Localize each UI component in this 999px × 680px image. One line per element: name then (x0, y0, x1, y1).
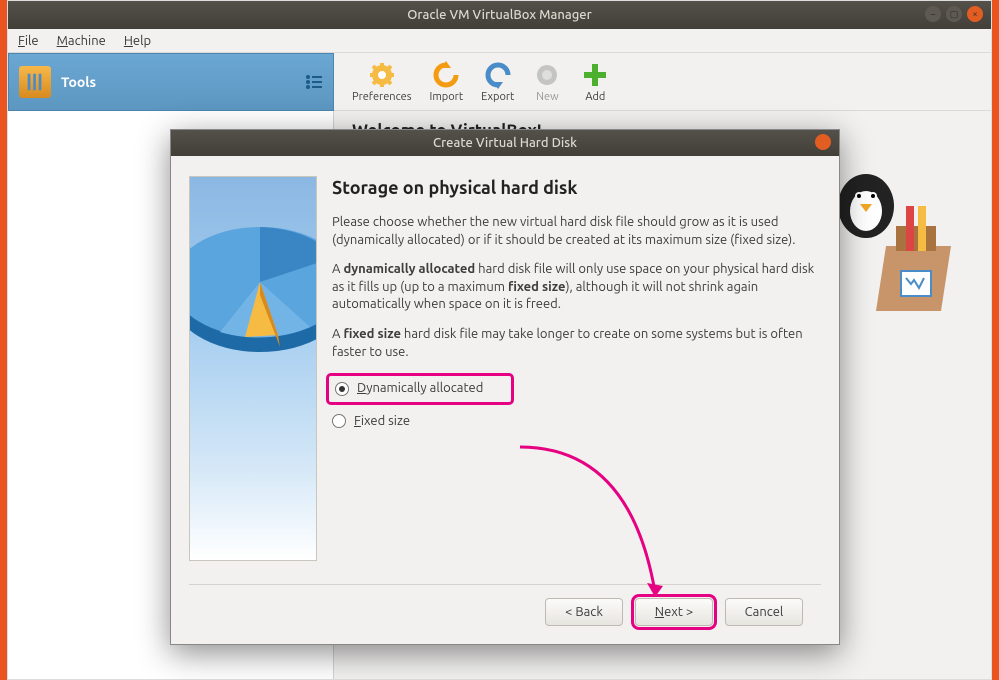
next-button[interactable]: Next > (635, 598, 713, 626)
create-disk-dialog: Create Virtual Hard Disk Storage on phys… (170, 129, 840, 645)
wizard-image (189, 176, 317, 561)
dialog-footer: < Back Next > Cancel (189, 584, 821, 638)
dialog-titlebar: Create Virtual Hard Disk (171, 130, 839, 156)
import-icon (431, 61, 461, 89)
menu-help[interactable]: Help (124, 34, 151, 48)
toolbar-export[interactable]: Export (481, 61, 514, 103)
toolbar-new: New (532, 61, 562, 103)
dialog-close-icon[interactable] (815, 134, 831, 150)
close-icon[interactable]: × (967, 6, 983, 22)
window-controls: – ▢ × (925, 6, 983, 22)
toolbar-import[interactable]: Import (430, 61, 464, 103)
radio-dynamic-row[interactable]: Dynamically allocated (326, 373, 514, 405)
gear-icon (367, 61, 397, 89)
tools-panel[interactable]: Tools (8, 53, 334, 111)
export-icon (483, 61, 513, 89)
radio-dynamic-label: Dynamically allocated (357, 380, 483, 398)
back-button[interactable]: < Back (545, 598, 623, 626)
list-icon[interactable] (305, 74, 323, 90)
dialog-title-text: Create Virtual Hard Disk (433, 136, 577, 150)
menubar: File Machine Help (8, 29, 991, 53)
maximize-icon[interactable]: ▢ (946, 6, 962, 22)
titlebar: Oracle VM VirtualBox Manager – ▢ × (8, 1, 991, 29)
pie-chart-icon (189, 187, 317, 387)
dialog-para-2: A dynamically allocated hard disk file w… (332, 261, 821, 314)
new-icon (532, 61, 562, 89)
dialog-para-3: A fixed size hard disk file may take lon… (332, 326, 821, 361)
add-icon (580, 61, 610, 89)
toolbar-row: Tools Preferences Import (8, 53, 991, 111)
dialog-para-1: Please choose whether the new virtual ha… (332, 214, 821, 249)
main-toolbar: Preferences Import Export New (334, 53, 991, 111)
dialog-heading: Storage on physical hard disk (332, 176, 821, 200)
menu-file[interactable]: File (18, 34, 39, 48)
minimize-icon[interactable]: – (925, 6, 941, 22)
menu-machine[interactable]: Machine (57, 34, 106, 48)
radio-fixed-row[interactable]: Fixed size (332, 409, 821, 435)
dialog-body: Storage on physical hard disk Please cho… (171, 156, 839, 584)
cancel-button[interactable]: Cancel (725, 598, 803, 626)
radio-fixed-label: Fixed size (354, 413, 410, 431)
window-title: Oracle VM VirtualBox Manager (407, 8, 591, 22)
radio-group: Dynamically allocated Fixed size (332, 373, 821, 434)
wizard-text: Storage on physical hard disk Please cho… (332, 176, 821, 584)
tools-icon (19, 66, 51, 98)
radio-dynamic[interactable] (335, 382, 349, 396)
tools-label: Tools (61, 74, 305, 90)
radio-fixed[interactable] (332, 414, 346, 428)
toolbar-preferences[interactable]: Preferences (352, 61, 412, 103)
toolbar-add[interactable]: Add (580, 61, 610, 103)
